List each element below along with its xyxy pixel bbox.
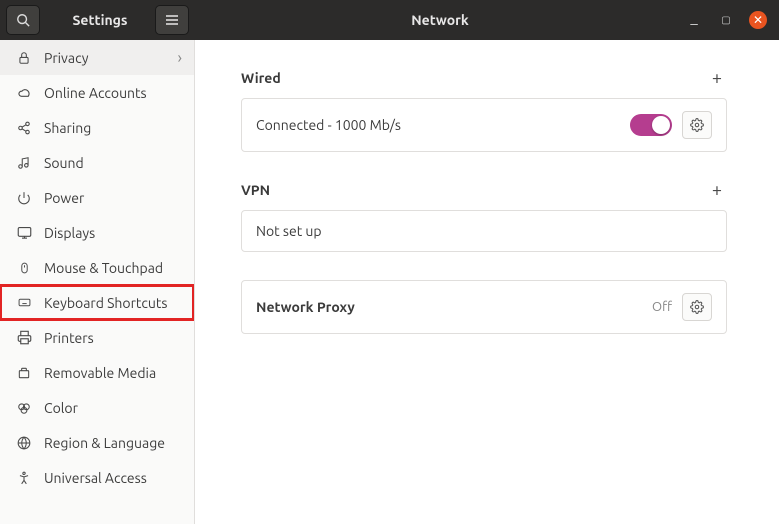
sidebar-item-label: Keyboard Shortcuts — [44, 295, 182, 311]
add-vpn-button[interactable]: + — [707, 180, 727, 200]
wired-row[interactable]: Connected - 1000 Mb/s — [242, 99, 726, 151]
cloud-icon — [16, 85, 32, 100]
sidebar-item-mouse-touchpad[interactable]: Mouse & Touchpad — [0, 250, 194, 285]
sidebar-item-displays[interactable]: Displays — [0, 215, 194, 250]
sidebar-item-region-language[interactable]: Region & Language — [0, 425, 194, 460]
globe-icon — [16, 436, 32, 450]
sidebar-item-power[interactable]: Power — [0, 180, 194, 215]
media-icon — [16, 366, 32, 380]
sidebar-item-label: Power — [44, 190, 182, 206]
wired-toggle[interactable] — [630, 114, 672, 136]
menu-button[interactable] — [155, 5, 189, 35]
gear-icon — [690, 118, 704, 132]
printer-icon — [16, 330, 32, 345]
lock-icon — [16, 51, 32, 65]
content-panel: Wired + Connected - 1000 Mb/s VPN + Not … — [195, 40, 779, 524]
sidebar[interactable]: Privacy › Online Accounts Sharing Sound Power… — [0, 40, 195, 524]
sidebar-item-label: Mouse & Touchpad — [44, 260, 182, 276]
titlebar-left: Settings — [0, 5, 195, 35]
body: Privacy › Online Accounts Sharing Sound Power… — [0, 40, 779, 524]
minimize-icon: _ — [690, 8, 697, 25]
maximize-icon: ▢ — [721, 14, 730, 26]
sidebar-item-printers[interactable]: Printers — [0, 320, 194, 355]
sidebar-item-label: Removable Media — [44, 365, 182, 381]
wired-status: Connected - 1000 Mb/s — [256, 117, 630, 133]
search-icon — [16, 13, 30, 27]
close-button[interactable]: ✕ — [749, 11, 767, 29]
chevron-right-icon: › — [178, 49, 183, 67]
proxy-title: Network Proxy — [256, 299, 652, 315]
sidebar-item-label: Online Accounts — [44, 85, 182, 101]
share-icon — [16, 121, 32, 135]
add-wired-button[interactable]: + — [707, 68, 727, 88]
titlebar-right: Network _ ▢ ✕ — [195, 11, 779, 29]
proxy-settings-button[interactable] — [682, 293, 712, 321]
toggle-knob — [652, 116, 670, 134]
titlebar: Settings Network _ ▢ ✕ — [0, 0, 779, 40]
music-icon — [16, 156, 32, 170]
vpn-card: Not set up — [241, 210, 727, 252]
mouse-icon — [16, 261, 32, 275]
wired-title: Wired — [241, 70, 281, 86]
proxy-card: Network Proxy Off — [241, 280, 727, 334]
plus-icon: + — [712, 68, 722, 88]
sidebar-item-label: Privacy — [44, 50, 166, 66]
close-icon: ✕ — [753, 13, 763, 27]
vpn-title: VPN — [241, 182, 270, 198]
window-controls: _ ▢ ✕ — [685, 11, 779, 29]
wired-section-header: Wired + — [241, 68, 727, 88]
vpn-row[interactable]: Not set up — [242, 211, 726, 251]
vpn-section-header: VPN + — [241, 180, 727, 200]
wired-settings-button[interactable] — [682, 111, 712, 139]
sidebar-item-keyboard-shortcuts[interactable]: Keyboard Shortcuts — [0, 285, 194, 320]
display-icon — [16, 225, 32, 240]
sidebar-item-label: Displays — [44, 225, 182, 241]
hamburger-icon — [165, 14, 179, 26]
color-icon — [16, 401, 32, 415]
sidebar-item-label: Color — [44, 400, 182, 416]
minimize-button[interactable]: _ — [685, 11, 703, 29]
maximize-button[interactable]: ▢ — [717, 11, 735, 29]
proxy-status: Off — [652, 300, 672, 314]
gear-icon — [690, 300, 704, 314]
sidebar-item-label: Sharing — [44, 120, 182, 136]
sidebar-item-removable-media[interactable]: Removable Media — [0, 355, 194, 390]
power-icon — [16, 191, 32, 205]
sidebar-item-sound[interactable]: Sound — [0, 145, 194, 180]
sidebar-item-online-accounts[interactable]: Online Accounts — [0, 75, 194, 110]
sidebar-item-label: Universal Access — [44, 470, 182, 486]
accessibility-icon — [16, 471, 32, 485]
sidebar-item-label: Sound — [44, 155, 182, 171]
app-title: Settings — [45, 12, 155, 28]
keyboard-icon — [16, 296, 32, 309]
vpn-status: Not set up — [256, 223, 712, 239]
search-button[interactable] — [6, 5, 40, 35]
sidebar-item-label: Printers — [44, 330, 182, 346]
sidebar-item-label: Region & Language — [44, 435, 182, 451]
sidebar-item-privacy[interactable]: Privacy › — [0, 40, 194, 75]
sidebar-item-color[interactable]: Color — [0, 390, 194, 425]
proxy-row[interactable]: Network Proxy Off — [242, 281, 726, 333]
page-title: Network — [195, 12, 685, 28]
sidebar-item-universal-access[interactable]: Universal Access — [0, 460, 194, 495]
wired-card: Connected - 1000 Mb/s — [241, 98, 727, 152]
plus-icon: + — [712, 180, 722, 200]
sidebar-item-sharing[interactable]: Sharing — [0, 110, 194, 145]
